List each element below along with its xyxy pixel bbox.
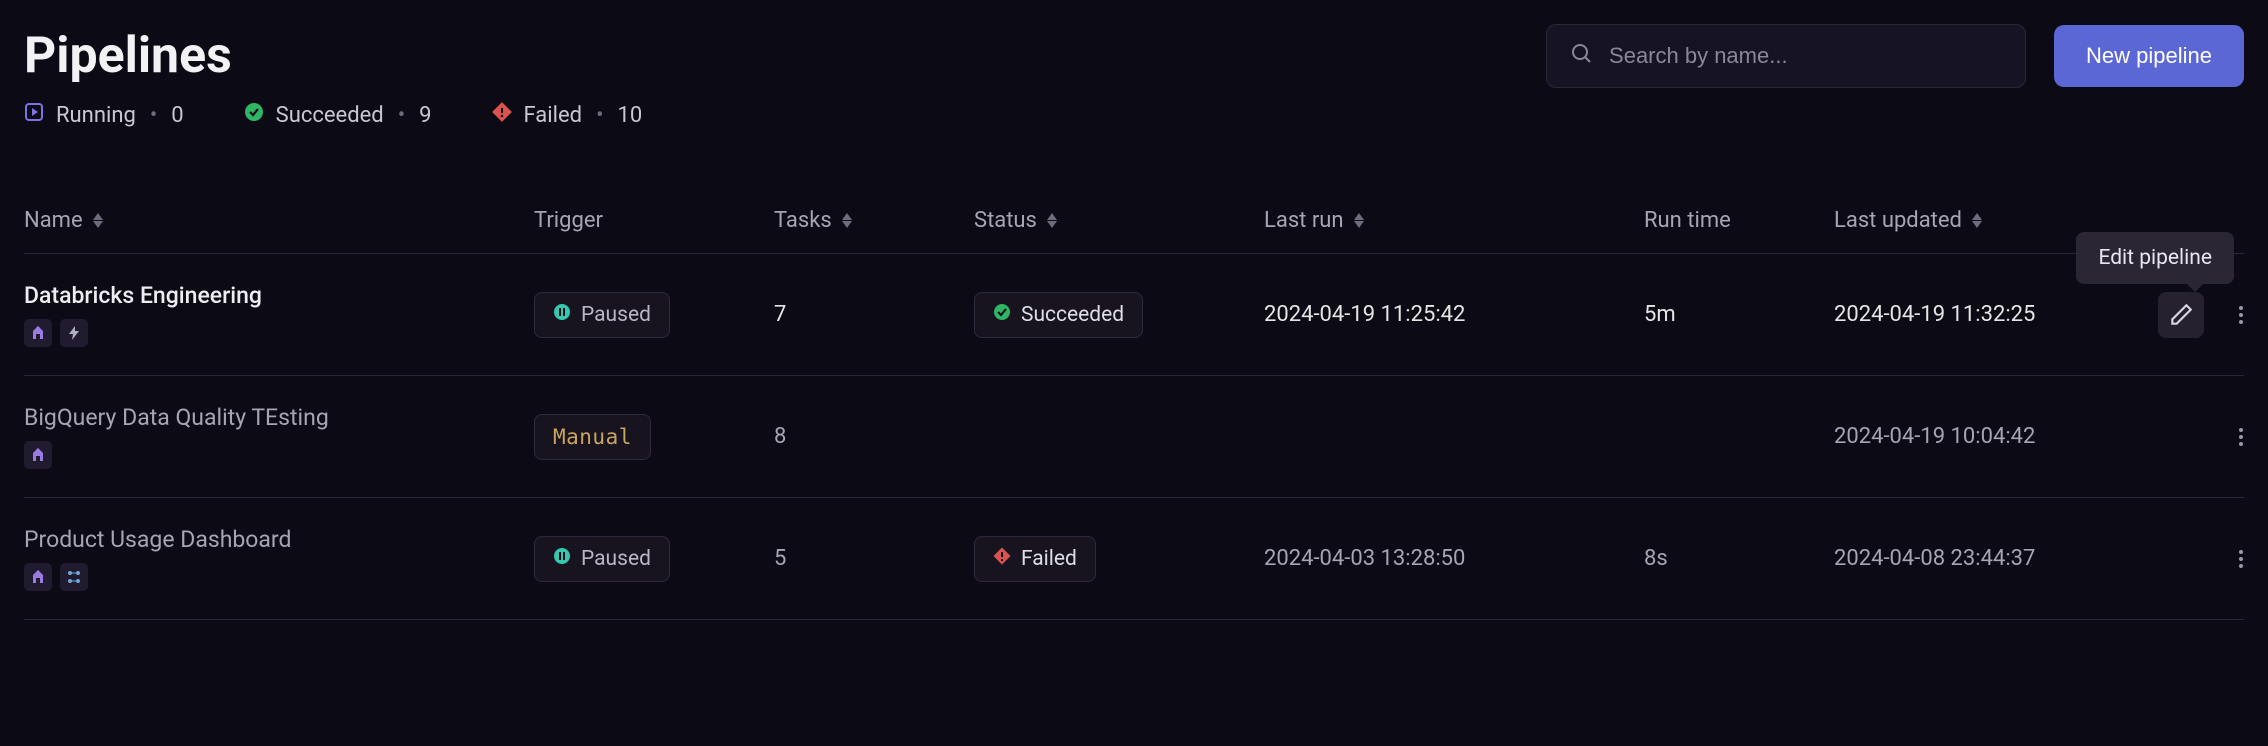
- filter-count: 9: [419, 103, 431, 128]
- running-icon: [24, 102, 44, 128]
- table-header: Name Trigger Tasks Status Last run: [24, 208, 2244, 254]
- pipeline-type-icons: [24, 319, 534, 347]
- alert-diamond-icon: [993, 547, 1011, 571]
- filter-label: Succeeded: [276, 103, 384, 128]
- table-row[interactable]: Databricks Engineering Paused 7 Succeede…: [24, 254, 2244, 376]
- last-updated-value: 2024-04-19 11:32:25: [1834, 302, 2154, 327]
- run-time-value: 5m: [1644, 302, 1834, 327]
- check-circle-icon: [993, 303, 1011, 327]
- check-circle-icon: [244, 102, 264, 128]
- column-tasks[interactable]: Tasks: [774, 208, 974, 233]
- more-actions-button[interactable]: [2218, 414, 2264, 460]
- trigger-badge: Manual: [534, 414, 651, 460]
- tasks-count: 7: [774, 302, 974, 327]
- more-actions-button[interactable]: [2218, 292, 2264, 338]
- column-run-time: Run time: [1644, 208, 1834, 233]
- pipeline-type-icons: [24, 563, 534, 591]
- search-icon: [1569, 41, 1593, 71]
- sort-icon: [1047, 213, 1057, 228]
- trigger-badge: Paused: [534, 536, 670, 582]
- edit-pipeline-tooltip: Edit pipeline: [2076, 232, 2234, 284]
- column-last-run[interactable]: Last run: [1264, 208, 1644, 233]
- lightning-icon: [60, 319, 88, 347]
- sort-icon: [842, 213, 852, 228]
- git-icon: [24, 563, 52, 591]
- sort-icon: [1354, 213, 1364, 228]
- column-name[interactable]: Name: [24, 208, 534, 233]
- last-run-value: 2024-04-19 11:25:42: [1264, 302, 1644, 327]
- last-updated-value: 2024-04-19 10:04:42: [1834, 424, 2154, 449]
- pipeline-type-icons: [24, 441, 534, 469]
- table-row[interactable]: BigQuery Data Quality TEsting Manual 8 2…: [24, 376, 2244, 498]
- run-time-value: 8s: [1644, 546, 1834, 571]
- trigger-badge: Paused: [534, 292, 670, 338]
- last-run-value: 2024-04-03 13:28:50: [1264, 546, 1644, 571]
- tasks-count: 8: [774, 424, 974, 449]
- pause-icon: [553, 547, 571, 571]
- status-badge: Succeeded: [974, 292, 1143, 338]
- search-input[interactable]: [1609, 43, 2003, 69]
- column-status[interactable]: Status: [974, 208, 1264, 233]
- tasks-count: 5: [774, 546, 974, 571]
- pipeline-name: Product Usage Dashboard: [24, 526, 534, 553]
- pause-icon: [553, 303, 571, 327]
- column-last-updated[interactable]: Last updated: [1834, 208, 2154, 233]
- pipeline-name: Databricks Engineering: [24, 282, 534, 309]
- column-trigger: Trigger: [534, 208, 774, 233]
- git-icon: [24, 441, 52, 469]
- filter-count: 0: [171, 103, 183, 128]
- sort-icon: [93, 213, 103, 228]
- filter-failed[interactable]: Failed • 10: [492, 102, 643, 128]
- edit-button[interactable]: [2158, 292, 2204, 338]
- nodes-icon: [60, 563, 88, 591]
- sort-icon: [1972, 213, 1982, 228]
- status-filter-row: Running • 0 Succeeded • 9 Failed • 10: [24, 102, 2244, 128]
- page-title: Pipelines: [24, 27, 232, 85]
- filter-label: Failed: [524, 103, 583, 128]
- filter-running[interactable]: Running • 0: [24, 102, 184, 128]
- alert-diamond-icon: [492, 102, 512, 128]
- search-input-wrap[interactable]: [1546, 24, 2026, 88]
- new-pipeline-button[interactable]: New pipeline: [2054, 25, 2244, 87]
- filter-succeeded[interactable]: Succeeded • 9: [244, 102, 432, 128]
- git-icon: [24, 319, 52, 347]
- pipeline-name: BigQuery Data Quality TEsting: [24, 404, 534, 431]
- filter-count: 10: [618, 103, 643, 128]
- filter-label: Running: [56, 103, 136, 128]
- last-updated-value: 2024-04-08 23:44:37: [1834, 546, 2154, 571]
- more-actions-button[interactable]: [2218, 536, 2264, 582]
- table-row[interactable]: Product Usage Dashboard Paused 5 Failed …: [24, 498, 2244, 620]
- status-badge: Failed: [974, 536, 1096, 582]
